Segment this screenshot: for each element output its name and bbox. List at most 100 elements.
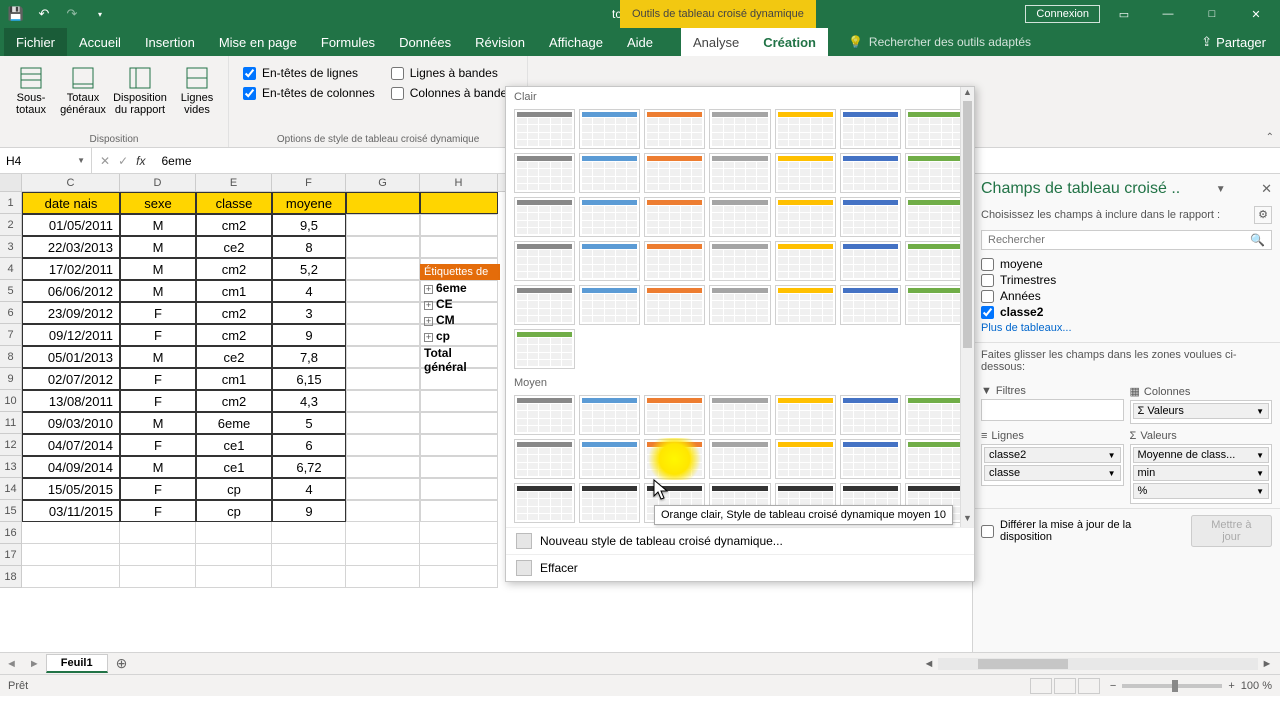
cell[interactable]: F: [120, 500, 196, 522]
cell[interactable]: 22/03/2013: [22, 236, 120, 258]
cell[interactable]: 4: [272, 280, 346, 302]
collapse-ribbon-icon[interactable]: ⌃: [1266, 132, 1274, 143]
row-header[interactable]: 3: [0, 236, 22, 258]
row-header[interactable]: 15: [0, 500, 22, 522]
row-header[interactable]: 7: [0, 324, 22, 346]
cell[interactable]: ce1: [196, 456, 272, 478]
cell[interactable]: 6: [272, 434, 346, 456]
pivot-item[interactable]: +CE: [420, 296, 500, 312]
field-search[interactable]: 🔍: [981, 230, 1272, 250]
style-thumbnail[interactable]: [775, 197, 836, 237]
style-thumbnail[interactable]: [514, 439, 575, 479]
fx-icon[interactable]: fx: [136, 154, 145, 168]
banded-rows-checkbox[interactable]: Lignes à bandes: [391, 66, 513, 80]
style-thumbnail[interactable]: [514, 153, 575, 193]
style-thumbnail[interactable]: [579, 153, 640, 193]
field-pill[interactable]: classe▼: [984, 465, 1121, 481]
grand-totals-button[interactable]: Totaux généraux: [58, 60, 108, 133]
zoom-slider[interactable]: [1122, 684, 1222, 688]
style-thumbnail[interactable]: [840, 439, 901, 479]
style-thumbnail[interactable]: [644, 153, 705, 193]
qat-dropdown-icon[interactable]: ▾: [92, 6, 108, 22]
cell[interactable]: 23/09/2012: [22, 302, 120, 324]
row-header[interactable]: 2: [0, 214, 22, 236]
cell[interactable]: 6,72: [272, 456, 346, 478]
field-pill[interactable]: Moyenne de class...▼: [1133, 447, 1270, 463]
header-cell[interactable]: date nais: [22, 192, 120, 214]
cell[interactable]: 04/07/2014: [22, 434, 120, 456]
banded-cols-checkbox[interactable]: Colonnes à bandes: [391, 86, 513, 100]
defer-checkbox[interactable]: [981, 525, 994, 538]
zoom-in-icon[interactable]: +: [1228, 680, 1234, 692]
style-thumbnail[interactable]: [709, 197, 770, 237]
style-thumbnail[interactable]: [905, 109, 966, 149]
style-thumbnail[interactable]: [644, 197, 705, 237]
zone-rows[interactable]: ≡Lignes classe2▼classe▼: [981, 428, 1124, 504]
style-thumbnail[interactable]: [514, 285, 575, 325]
more-tables-link[interactable]: Plus de tableaux...: [981, 320, 1272, 336]
cell[interactable]: 3: [272, 302, 346, 324]
row-header[interactable]: 14: [0, 478, 22, 500]
cell[interactable]: M: [120, 236, 196, 258]
style-thumbnail[interactable]: [905, 153, 966, 193]
style-thumbnail[interactable]: [709, 241, 770, 281]
cancel-icon[interactable]: ✕: [100, 154, 110, 168]
zoom-control[interactable]: − + 100 %: [1110, 680, 1272, 692]
tab-view[interactable]: Affichage: [537, 28, 615, 56]
field-checkbox[interactable]: moyene: [981, 256, 1272, 272]
zone-columns[interactable]: ▦Colonnes Σ Valeurs▼: [1130, 383, 1273, 424]
scroll-down-icon[interactable]: ▼: [961, 513, 974, 527]
cell[interactable]: 17/02/2011: [22, 258, 120, 280]
field-pill[interactable]: classe2▼: [984, 447, 1121, 463]
pivot-item[interactable]: +CM: [420, 312, 500, 328]
cell[interactable]: cp: [196, 478, 272, 500]
expand-icon[interactable]: +: [424, 285, 433, 294]
col-header[interactable]: E: [196, 174, 272, 191]
page-layout-view-icon[interactable]: [1054, 678, 1076, 694]
save-icon[interactable]: 💾: [8, 6, 24, 22]
tab-home[interactable]: Accueil: [67, 28, 133, 56]
cell[interactable]: 06/06/2012: [22, 280, 120, 302]
field-pill[interactable]: %▼: [1133, 483, 1270, 499]
cell[interactable]: 02/07/2012: [22, 368, 120, 390]
cell[interactable]: F: [120, 368, 196, 390]
cell[interactable]: F: [120, 390, 196, 412]
tab-layout[interactable]: Mise en page: [207, 28, 309, 56]
gallery-scrollbar[interactable]: ▲ ▼: [960, 87, 974, 527]
style-thumbnail[interactable]: [840, 241, 901, 281]
style-thumbnail[interactable]: [775, 285, 836, 325]
cell[interactable]: cm2: [196, 324, 272, 346]
zoom-out-icon[interactable]: −: [1110, 680, 1116, 692]
pivot-item[interactable]: +6eme: [420, 280, 500, 296]
style-thumbnail[interactable]: [775, 241, 836, 281]
search-input[interactable]: [982, 231, 1244, 249]
cell[interactable]: cm2: [196, 390, 272, 412]
report-layout-button[interactable]: Disposition du rapport: [110, 60, 170, 133]
cell[interactable]: 9: [272, 324, 346, 346]
search-icon[interactable]: 🔍: [1244, 233, 1271, 247]
cell[interactable]: F: [120, 324, 196, 346]
style-thumbnail[interactable]: [579, 241, 640, 281]
style-thumbnail[interactable]: [579, 439, 640, 479]
cell[interactable]: F: [120, 302, 196, 324]
style-thumbnail[interactable]: [709, 439, 770, 479]
cell[interactable]: 04/09/2014: [22, 456, 120, 478]
style-thumbnail[interactable]: [644, 109, 705, 149]
row-header[interactable]: 13: [0, 456, 22, 478]
tell-me-search[interactable]: 💡 Rechercher des outils adaptés: [848, 28, 1031, 56]
undo-icon[interactable]: ↶: [36, 6, 52, 22]
cell[interactable]: cm1: [196, 280, 272, 302]
cell[interactable]: 9: [272, 500, 346, 522]
zone-values[interactable]: ΣValeurs Moyenne de class...▼min▼%▼: [1130, 428, 1273, 504]
row-header[interactable]: 4: [0, 258, 22, 280]
sheet-nav-prev-icon[interactable]: ◄: [0, 658, 23, 670]
cell[interactable]: ce2: [196, 236, 272, 258]
add-sheet-icon[interactable]: ⊕: [108, 655, 136, 672]
cell[interactable]: 9,5: [272, 214, 346, 236]
row-header[interactable]: 5: [0, 280, 22, 302]
row-header[interactable]: 16: [0, 522, 22, 544]
cell[interactable]: M: [120, 280, 196, 302]
row-header[interactable]: 18: [0, 566, 22, 588]
cell[interactable]: 05/01/2013: [22, 346, 120, 368]
minimize-icon[interactable]: —: [1148, 0, 1188, 28]
